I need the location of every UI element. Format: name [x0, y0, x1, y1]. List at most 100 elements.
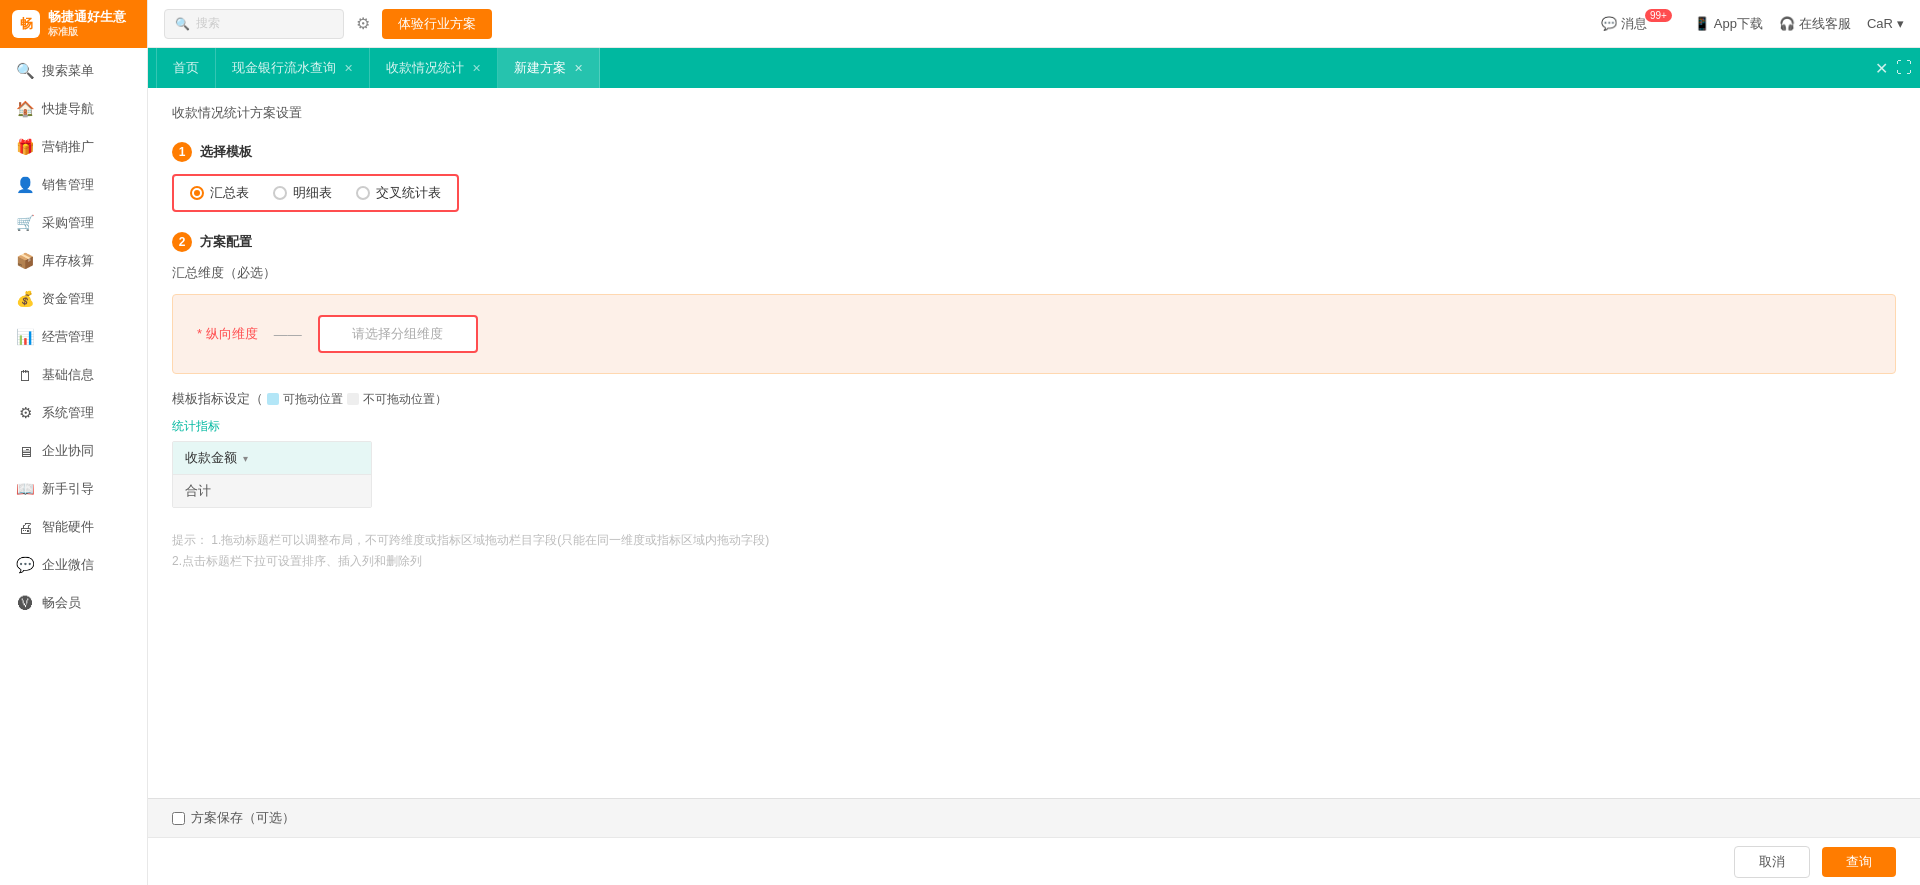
settings-icon[interactable]: ⚙ — [356, 14, 370, 33]
sidebar-item-operations[interactable]: 📊 经营管理 — [0, 318, 147, 356]
tab-home-label: 首页 — [173, 59, 199, 77]
tab-bank-flow-close[interactable]: ✕ — [344, 62, 353, 75]
main-area: 🔍 搜索 ⚙ 体验行业方案 💬 消息 99+ 📱 App下载 🎧 在线客服 Ca… — [148, 0, 1920, 885]
sidebar-item-label: 搜索菜单 — [42, 62, 94, 80]
row-dimension-label: * 纵向维度 — [197, 325, 258, 343]
cancel-button[interactable]: 取消 — [1734, 846, 1810, 878]
sidebar-item-label: 销售管理 — [42, 176, 94, 194]
top-header: 🔍 搜索 ⚙ 体验行业方案 💬 消息 99+ 📱 App下载 🎧 在线客服 Ca… — [148, 0, 1920, 48]
radio-detail-label: 明细表 — [293, 184, 332, 202]
sidebar-item-label: 营销推广 — [42, 138, 94, 156]
sidebar: 畅 畅捷通好生意 标准版 🔍 搜索菜单 🏠 快捷导航 🎁 营销推广 👤 销售管理… — [0, 0, 148, 885]
tab-collection-stats[interactable]: 收款情况统计 ✕ — [370, 48, 498, 88]
step1-header: 1 选择模板 — [172, 142, 1896, 162]
radio-detail-dot — [273, 186, 287, 200]
radio-cross-label: 交叉统计表 — [376, 184, 441, 202]
fixed-legend-label: 不可拖动位置） — [363, 391, 447, 408]
indicator-table-row: 合计 — [173, 475, 371, 507]
download-label: App下载 — [1714, 15, 1763, 33]
sidebar-item-member[interactable]: 🅥 畅会员 — [0, 584, 147, 622]
dimension-arrow: —— — [274, 326, 302, 342]
headset-icon: 🎧 — [1779, 16, 1795, 31]
radio-detail[interactable]: 明细表 — [273, 184, 332, 202]
indicator-table-header[interactable]: 收款金额 ▾ — [173, 442, 371, 475]
service-label: 在线客服 — [1799, 15, 1851, 33]
sidebar-item-hardware[interactable]: 🖨 智能硬件 — [0, 508, 147, 546]
sidebar-logo: 畅 畅捷通好生意 标准版 — [0, 0, 147, 48]
header-right: 💬 消息 99+ 📱 App下载 🎧 在线客服 CaR ▾ — [1601, 15, 1904, 33]
tips-section: 提示： 1.拖动标题栏可以调整布局，不可跨维度或指标区域拖动栏目字段(只能在同一… — [172, 532, 1896, 570]
tip-1: 提示： 1.拖动标题栏可以调整布局，不可跨维度或指标区域拖动栏目字段(只能在同一… — [172, 532, 1896, 549]
radio-summary-label: 汇总表 — [210, 184, 249, 202]
query-button[interactable]: 查询 — [1822, 847, 1896, 877]
save-checkbox-text: 方案保存（可选） — [191, 809, 295, 827]
sidebar-item-base-info[interactable]: 🗒 基础信息 — [0, 356, 147, 394]
draggable-legend-label: 可拖动位置 — [283, 391, 343, 408]
search-placeholder: 搜索 — [196, 15, 220, 32]
top-search-box[interactable]: 🔍 搜索 — [164, 9, 344, 39]
sidebar-item-guide[interactable]: 📖 新手引导 — [0, 470, 147, 508]
tab-bank-flow[interactable]: 现金银行流水查询 ✕ — [216, 48, 370, 88]
printer-icon: 🖨 — [16, 519, 34, 536]
sidebar-item-enterprise[interactable]: 🖥 企业协同 — [0, 432, 147, 470]
sidebar-item-wechat[interactable]: 💬 企业微信 — [0, 546, 147, 584]
sidebar-item-label: 畅会员 — [42, 594, 81, 612]
message-badge: 99+ — [1645, 9, 1672, 22]
search-menu-icon: 🔍 — [16, 62, 34, 80]
draggable-legend-dot — [267, 393, 279, 405]
radio-summary[interactable]: 汇总表 — [190, 184, 249, 202]
dimension-select-btn[interactable]: 请选择分组维度 — [318, 315, 478, 353]
tab-collection-stats-label: 收款情况统计 — [386, 59, 464, 77]
step1-badge: 1 — [172, 142, 192, 162]
sidebar-item-marketing[interactable]: 🎁 营销推广 — [0, 128, 147, 166]
book-icon: 📖 — [16, 480, 34, 498]
radio-summary-dot — [190, 186, 204, 200]
tab-new-plan[interactable]: 新建方案 ✕ — [498, 48, 600, 88]
sidebar-item-system[interactable]: ⚙ 系统管理 — [0, 394, 147, 432]
tab-home[interactable]: 首页 — [156, 48, 216, 88]
chat-icon: 💬 — [16, 556, 34, 574]
tab-maximize-icon[interactable]: ⛶ — [1896, 59, 1912, 77]
gear-icon: ⚙ — [16, 404, 34, 422]
bottom-bar: 方案保存（可选） — [148, 798, 1920, 837]
box-icon: 📦 — [16, 252, 34, 270]
service-item[interactable]: 🎧 在线客服 — [1779, 15, 1851, 33]
sidebar-item-search-menu[interactable]: 🔍 搜索菜单 — [0, 52, 147, 90]
save-checkbox-label[interactable]: 方案保存（可选） — [172, 809, 295, 827]
message-item[interactable]: 💬 消息 99+ — [1601, 15, 1678, 33]
trial-btn[interactable]: 体验行业方案 — [382, 9, 492, 39]
sidebar-item-label: 系统管理 — [42, 404, 94, 422]
step2-title: 方案配置 — [200, 233, 252, 251]
tab-close-all-icon[interactable]: ✕ — [1875, 59, 1888, 78]
logo-icon: 畅 — [12, 10, 40, 38]
sidebar-item-label: 经营管理 — [42, 328, 94, 346]
sidebar-item-purchase[interactable]: 🛒 采购管理 — [0, 204, 147, 242]
message-label: 消息 — [1621, 15, 1647, 33]
page-title: 收款情况统计方案设置 — [172, 104, 1896, 122]
indicator-table: 收款金额 ▾ 合计 — [172, 441, 372, 508]
sidebar-item-quick-nav[interactable]: 🏠 快捷导航 — [0, 90, 147, 128]
user-name-item[interactable]: CaR ▾ — [1867, 16, 1904, 31]
step2-header: 2 方案配置 — [172, 232, 1896, 252]
tab-new-plan-close[interactable]: ✕ — [574, 62, 583, 75]
home-icon: 🏠 — [16, 100, 34, 118]
download-item[interactable]: 📱 App下载 — [1694, 15, 1763, 33]
sidebar-item-label: 企业微信 — [42, 556, 94, 574]
sidebar-item-inventory[interactable]: 📦 库存核算 — [0, 242, 147, 280]
monitor-icon: 🖥 — [16, 443, 34, 460]
indicator-legend-row: 模板指标设定（ 可拖动位置 不可拖动位置） — [172, 390, 1896, 408]
money-icon: 💰 — [16, 290, 34, 308]
user-name: CaR — [1867, 16, 1893, 31]
sidebar-item-sales[interactable]: 👤 销售管理 — [0, 166, 147, 204]
step1-title: 选择模板 — [200, 143, 252, 161]
sidebar-item-capital[interactable]: 💰 资金管理 — [0, 280, 147, 318]
save-checkbox-input[interactable] — [172, 812, 185, 825]
logo-text: 畅捷通好生意 标准版 — [48, 9, 126, 39]
radio-cross[interactable]: 交叉统计表 — [356, 184, 441, 202]
config-section: 汇总维度（必选） * 纵向维度 —— 请选择分组维度 模板指标设定（ — [172, 264, 1896, 508]
radio-cross-dot — [356, 186, 370, 200]
tab-collection-stats-close[interactable]: ✕ — [472, 62, 481, 75]
sidebar-nav: 🔍 搜索菜单 🏠 快捷导航 🎁 营销推广 👤 销售管理 🛒 采购管理 📦 库存核… — [0, 48, 147, 885]
member-icon: 🅥 — [16, 595, 34, 612]
indicator-dropdown-arrow[interactable]: ▾ — [243, 453, 248, 464]
